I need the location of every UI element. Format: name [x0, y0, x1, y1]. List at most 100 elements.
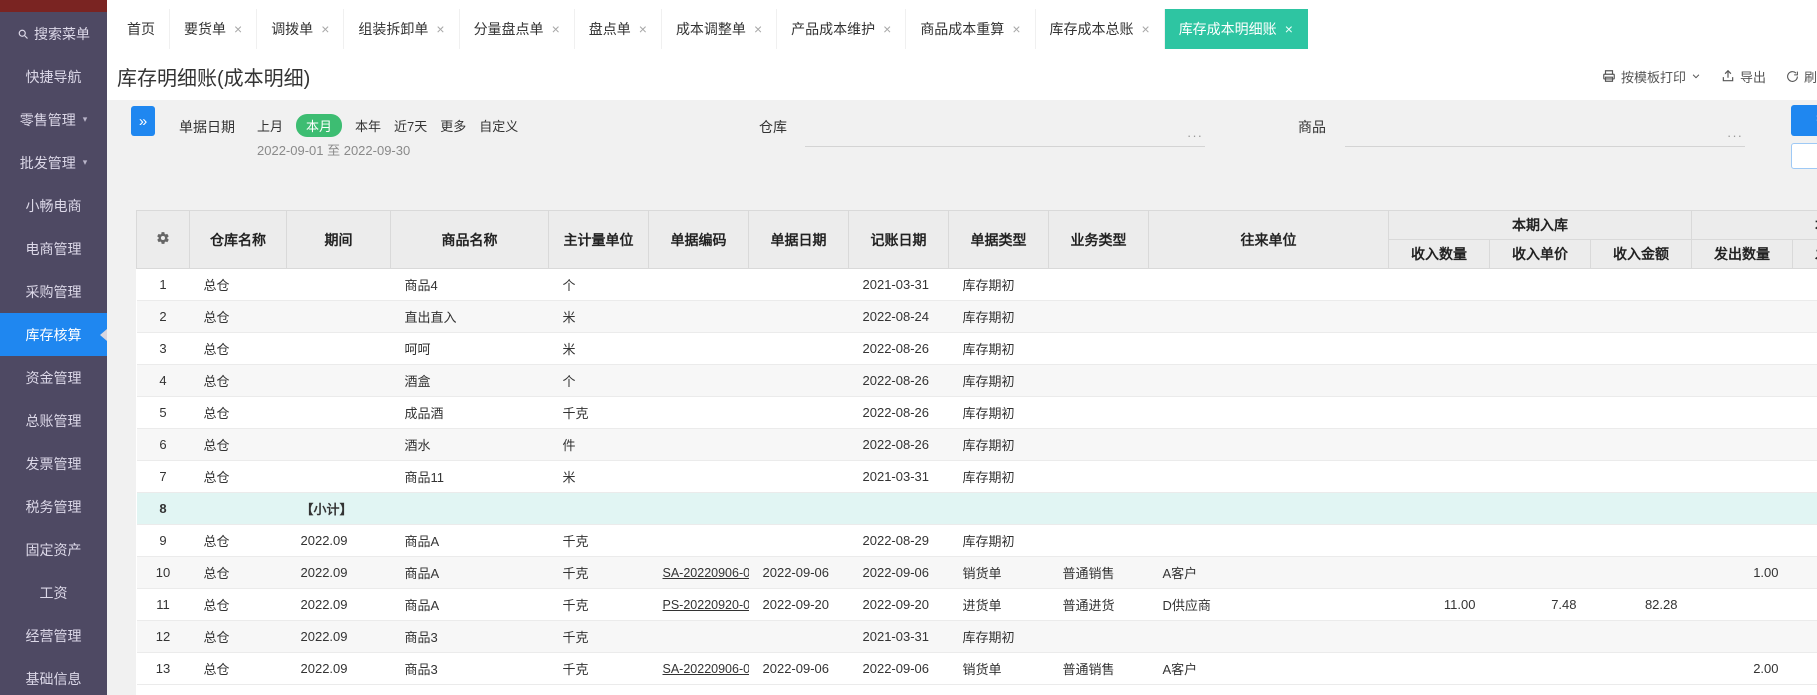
- cell-out-qty: [1691, 364, 1793, 397]
- col-header-in-amount[interactable]: 收入金额: [1590, 239, 1692, 269]
- tab-close-icon[interactable]: ×: [321, 22, 329, 36]
- cell-doc-date: [748, 620, 849, 653]
- cell-out-qty: 1.00: [1691, 556, 1793, 589]
- expand-filter-button[interactable]: »: [131, 106, 155, 136]
- cell-in-qty: [1388, 268, 1490, 301]
- tab-close-icon[interactable]: ×: [436, 22, 444, 36]
- col-header-out-price[interactable]: 发出单价: [1792, 239, 1817, 269]
- tab-close-icon[interactable]: ×: [883, 22, 891, 36]
- date-quick-option-custom[interactable]: 自定义: [479, 116, 518, 135]
- table-row[interactable]: 11 总仓 2022.09 商品A 千克 PS-20220920-0 2022-09-20 2…: [136, 588, 1817, 621]
- sidebar-item-general-ledger[interactable]: 总账管理: [0, 399, 107, 442]
- tab-request-order[interactable]: 要货单 ×: [170, 9, 258, 49]
- sidebar-item-business-mgmt[interactable]: 经营管理: [0, 614, 107, 657]
- col-header-in-qty[interactable]: 收入数量: [1388, 239, 1490, 269]
- col-header-partner[interactable]: 往来单位: [1148, 210, 1389, 269]
- sidebar-item-fixed-assets[interactable]: 固定资产: [0, 528, 107, 571]
- sidebar-item-funds-mgmt[interactable]: 资金管理: [0, 356, 107, 399]
- sidebar-item-basic-info[interactable]: 基础信息: [0, 657, 107, 695]
- col-header-in-price[interactable]: 收入单价: [1489, 239, 1591, 269]
- date-quick-option-this-month[interactable]: 本月: [296, 114, 343, 137]
- sidebar-item-payroll[interactable]: 工资: [0, 571, 107, 614]
- cell-product: 商品A: [390, 588, 549, 621]
- column-settings-header[interactable]: [136, 210, 190, 269]
- sidebar-item-purchase-mgmt[interactable]: 采购管理: [0, 270, 107, 313]
- date-quick-option-last-7-days[interactable]: 近7天: [394, 116, 427, 135]
- col-header-period[interactable]: 期间: [286, 210, 391, 269]
- tab-cost-adjust-order[interactable]: 成本调整单 ×: [662, 9, 778, 49]
- table-row[interactable]: 6 总仓 酒水件 2022-08-26 库存期初: [136, 428, 1817, 461]
- date-quick-option-last-month[interactable]: 上月: [257, 116, 283, 135]
- doc-code-link[interactable]: SA-20220906-0: [648, 652, 749, 685]
- tab-goods-cost-recalc[interactable]: 商品成本重算 ×: [906, 9, 1036, 49]
- tab-home[interactable]: 首页: [113, 9, 170, 49]
- table-row[interactable]: 9 总仓 2022.09 商品A 千克 2022-08-29 库存期初: [136, 524, 1817, 557]
- cell-biz-type: 普通销售: [1048, 652, 1149, 685]
- doc-code-link[interactable]: PS-20220920-0: [648, 588, 749, 621]
- tab-close-icon[interactable]: ×: [754, 22, 762, 36]
- doc-code-link[interactable]: SA-20220906-0: [648, 556, 749, 589]
- tab-product-cost-maintenance[interactable]: 产品成本维护 ×: [777, 9, 907, 49]
- tab-inventory-cost-ledger[interactable]: 库存成本总账 ×: [1036, 9, 1165, 49]
- cell-partner: [1148, 364, 1389, 397]
- tab-close-icon[interactable]: ×: [234, 22, 242, 36]
- tab-inventory-cost-detail[interactable]: 库存成本明细账 ×: [1164, 9, 1308, 49]
- tab-count-order[interactable]: 盘点单 ×: [575, 9, 662, 49]
- sidebar-item-wholesale-mgmt[interactable]: 批发管理 ▾: [0, 141, 107, 184]
- table-row[interactable]: 1 总仓 商品4 个 2021-03-31 库存期初: [136, 268, 1817, 301]
- cell-in-price: [1489, 556, 1591, 589]
- sidebar-item-quick-nav[interactable]: 快捷导航: [0, 55, 107, 98]
- tab-quantity-count-order[interactable]: 分量盘点单 ×: [460, 9, 575, 49]
- col-header-unit[interactable]: 主计量单位: [548, 210, 649, 269]
- sidebar-brand-strip[interactable]: [0, 0, 107, 12]
- tab-close-icon[interactable]: ×: [1285, 22, 1293, 36]
- date-quick-option-more[interactable]: 更多: [440, 116, 466, 135]
- subtotal-row[interactable]: 8 【小计】: [136, 492, 1817, 525]
- filter-settings-button[interactable]: 设置: [1791, 143, 1817, 169]
- col-header-warehouse[interactable]: 仓库名称: [189, 210, 287, 269]
- col-header-doc-date[interactable]: 单据日期: [748, 210, 849, 269]
- cell-doc-code: [648, 620, 749, 653]
- product-input[interactable]: [1345, 116, 1727, 146]
- table-row[interactable]: 4 总仓 酒盒个 2022-08-26 库存期初: [136, 364, 1817, 397]
- tab-close-icon[interactable]: ×: [1142, 22, 1150, 36]
- tab-close-icon[interactable]: ×: [552, 22, 560, 36]
- sidebar-item-inventory-accounting[interactable]: 库存核算: [0, 313, 107, 356]
- col-header-book-date[interactable]: 记账日期: [848, 210, 949, 269]
- table-row[interactable]: 7 总仓 商品11 米 2021-03-31 库存期初: [136, 460, 1817, 493]
- table-row[interactable]: 10 总仓 2022.09 商品A 千克 SA-20220906-0 2022-09-06 2…: [136, 556, 1817, 589]
- cell-in-price: [1489, 652, 1591, 685]
- table-row[interactable]: 5 总仓 成品酒 千克 2022-08-26 库存期初: [136, 396, 1817, 429]
- table-row[interactable]: 12 总仓 2022.09 商品3 千克 2021-03-31 库存期初: [136, 620, 1817, 653]
- sidebar-item-search-menu[interactable]: 搜索菜单: [0, 12, 107, 55]
- print-by-template-button[interactable]: 按模板打印: [1602, 67, 1701, 86]
- col-header-doc-code[interactable]: 单据编码: [648, 210, 749, 269]
- tab-close-icon[interactable]: ×: [639, 22, 647, 36]
- date-quick-option-this-year[interactable]: 本年: [355, 116, 381, 135]
- col-header-product[interactable]: 商品名称: [390, 210, 549, 269]
- warehouse-input[interactable]: [805, 116, 1187, 146]
- sidebar-item-invoice-mgmt[interactable]: 发票管理: [0, 442, 107, 485]
- sidebar-item-retail-mgmt[interactable]: 零售管理 ▾: [0, 98, 107, 141]
- query-button[interactable]: 查询: [1791, 105, 1817, 136]
- table-row[interactable]: 13 总仓 2022.09 商品3 千克 SA-20220906-0 2022-09-06 2…: [136, 652, 1817, 685]
- cell-warehouse: 总仓: [189, 556, 287, 589]
- tab-assembly-order[interactable]: 组装拆卸单 ×: [344, 9, 460, 49]
- cell-period: [286, 268, 391, 301]
- product-more-button[interactable]: ···: [1727, 128, 1745, 146]
- cell-doc-type: 库存期初: [948, 620, 1049, 653]
- tab-transfer-order[interactable]: 调拨单 ×: [257, 9, 345, 49]
- col-header-doc-type[interactable]: 单据类型: [948, 210, 1049, 269]
- export-button[interactable]: 导出: [1721, 67, 1766, 86]
- sidebar-item-xiaochang-ecommerce[interactable]: 小畅电商: [0, 184, 107, 227]
- table-row[interactable]: 3 总仓 呵呵米 2022-08-26 库存期初: [136, 332, 1817, 365]
- sidebar-item-tax-mgmt[interactable]: 税务管理: [0, 485, 107, 528]
- chevron-down-icon[interactable]: [1691, 71, 1701, 81]
- warehouse-more-button[interactable]: ···: [1187, 128, 1205, 146]
- refresh-button[interactable]: 刷新: [1786, 67, 1817, 86]
- tab-close-icon[interactable]: ×: [1012, 22, 1020, 36]
- col-header-biz-type[interactable]: 业务类型: [1048, 210, 1149, 269]
- sidebar-item-ecommerce-mgmt[interactable]: 电商管理: [0, 227, 107, 270]
- col-header-out-qty[interactable]: 发出数量: [1691, 239, 1793, 269]
- table-row[interactable]: 2 总仓 直出直入米 2022-08-24 库存期初: [136, 300, 1817, 333]
